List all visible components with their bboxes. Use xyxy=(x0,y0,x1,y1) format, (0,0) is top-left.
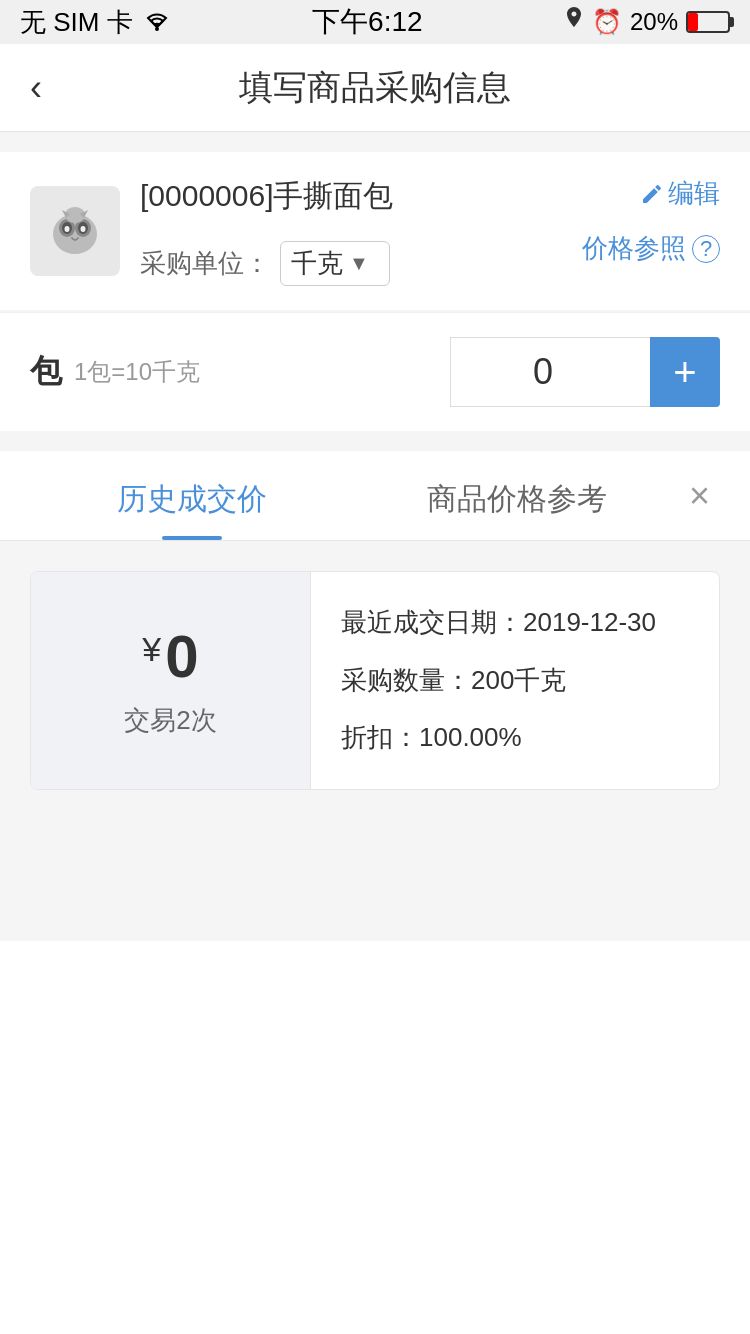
svg-point-7 xyxy=(81,226,86,232)
content-area: ¥ 0 交易2次 最近成交日期：2019-12-30 采购数量：200千克 折扣… xyxy=(0,541,750,941)
quantity-left: 包 1包=10千克 xyxy=(30,350,200,394)
tab-price-ref-label: 商品价格参考 xyxy=(427,482,607,515)
product-left: [0000006]手撕面包 采购单位： 千克 ▼ xyxy=(30,176,393,286)
alarm-icon: ⏰ xyxy=(592,8,622,36)
tab-history-label: 历史成交价 xyxy=(117,482,267,515)
carrier-label: 无 SIM 卡 xyxy=(20,5,133,40)
help-icon: ? xyxy=(692,235,720,263)
unit-label: 采购单位： xyxy=(140,246,270,281)
battery-icon xyxy=(686,11,730,33)
tab-close-button[interactable]: × xyxy=(679,465,720,527)
purchase-qty-value: 200千克 xyxy=(471,665,566,695)
unit-value: 千克 xyxy=(291,246,343,281)
discount-label: 折扣： xyxy=(341,722,419,752)
tabs-row: 历史成交价 商品价格参考 × xyxy=(0,451,750,540)
quantity-unit-label: 包 xyxy=(30,350,62,394)
recent-date-label: 最近成交日期： xyxy=(341,607,523,637)
tab-product-price-ref[interactable]: 商品价格参考 xyxy=(354,451,678,540)
discount-value: 100.00% xyxy=(419,722,522,752)
status-bar: 无 SIM 卡 下午6:12 ⏰ 20% xyxy=(0,0,750,44)
edit-button[interactable]: 编辑 xyxy=(640,176,720,211)
chevron-down-icon: ▼ xyxy=(349,252,369,275)
quantity-input[interactable] xyxy=(450,337,650,407)
discount-row: 折扣：100.00% xyxy=(341,717,689,759)
price-ref-label: 价格参照 xyxy=(582,231,686,266)
recent-date-value: 2019-12-30 xyxy=(523,607,656,637)
location-icon xyxy=(564,7,584,37)
quantity-hint: 1包=10千克 xyxy=(74,356,200,388)
nav-bar: ‹ 填写商品采购信息 xyxy=(0,44,750,132)
svg-point-0 xyxy=(155,27,159,31)
status-left: 无 SIM 卡 xyxy=(20,5,171,40)
product-name: [0000006]手撕面包 xyxy=(140,176,393,217)
purchase-qty-label: 采购数量： xyxy=(341,665,471,695)
product-header: [0000006]手撕面包 采购单位： 千克 ▼ 编辑 价格参照 ? xyxy=(30,176,720,286)
price-ref-button[interactable]: 价格参照 ? xyxy=(582,231,720,266)
transaction-card: ¥ 0 交易2次 最近成交日期：2019-12-30 采购数量：200千克 折扣… xyxy=(30,571,720,790)
quantity-plus-button[interactable]: + xyxy=(650,337,720,407)
edit-label: 编辑 xyxy=(668,176,720,211)
product-card: [0000006]手撕面包 采购单位： 千克 ▼ 编辑 价格参照 ? xyxy=(0,152,750,310)
unit-select[interactable]: 千克 ▼ xyxy=(280,241,390,286)
svg-point-6 xyxy=(65,226,70,232)
plus-icon: + xyxy=(673,350,696,395)
quantity-row: 包 1包=10千克 + xyxy=(0,312,750,431)
transaction-count: 交易2次 xyxy=(124,703,216,738)
transaction-left: ¥ 0 交易2次 xyxy=(31,572,311,789)
product-info: [0000006]手撕面包 采购单位： 千克 ▼ xyxy=(140,176,393,286)
status-right: ⏰ 20% xyxy=(564,7,730,37)
price-yen-symbol: ¥ xyxy=(142,630,161,669)
product-unit-row: 采购单位： 千克 ▼ xyxy=(140,241,393,286)
bottom-area xyxy=(0,941,750,1334)
price-amount: 0 xyxy=(165,622,198,691)
tabs-container: 历史成交价 商品价格参考 × xyxy=(0,451,750,541)
back-button[interactable]: ‹ xyxy=(30,67,42,109)
page-title: 填写商品采购信息 xyxy=(239,65,511,111)
product-image xyxy=(30,186,120,276)
transaction-right: 最近成交日期：2019-12-30 采购数量：200千克 折扣：100.00% xyxy=(311,572,719,789)
recent-date-row: 最近成交日期：2019-12-30 xyxy=(341,602,689,644)
price-display: ¥ 0 xyxy=(142,622,198,691)
battery-percent: 20% xyxy=(630,8,678,36)
tab-history-price[interactable]: 历史成交价 xyxy=(30,451,354,540)
purchase-qty-row: 采购数量：200千克 xyxy=(341,660,689,702)
status-time: 下午6:12 xyxy=(312,3,423,41)
wifi-icon xyxy=(143,7,171,38)
quantity-input-row: + xyxy=(450,337,720,407)
